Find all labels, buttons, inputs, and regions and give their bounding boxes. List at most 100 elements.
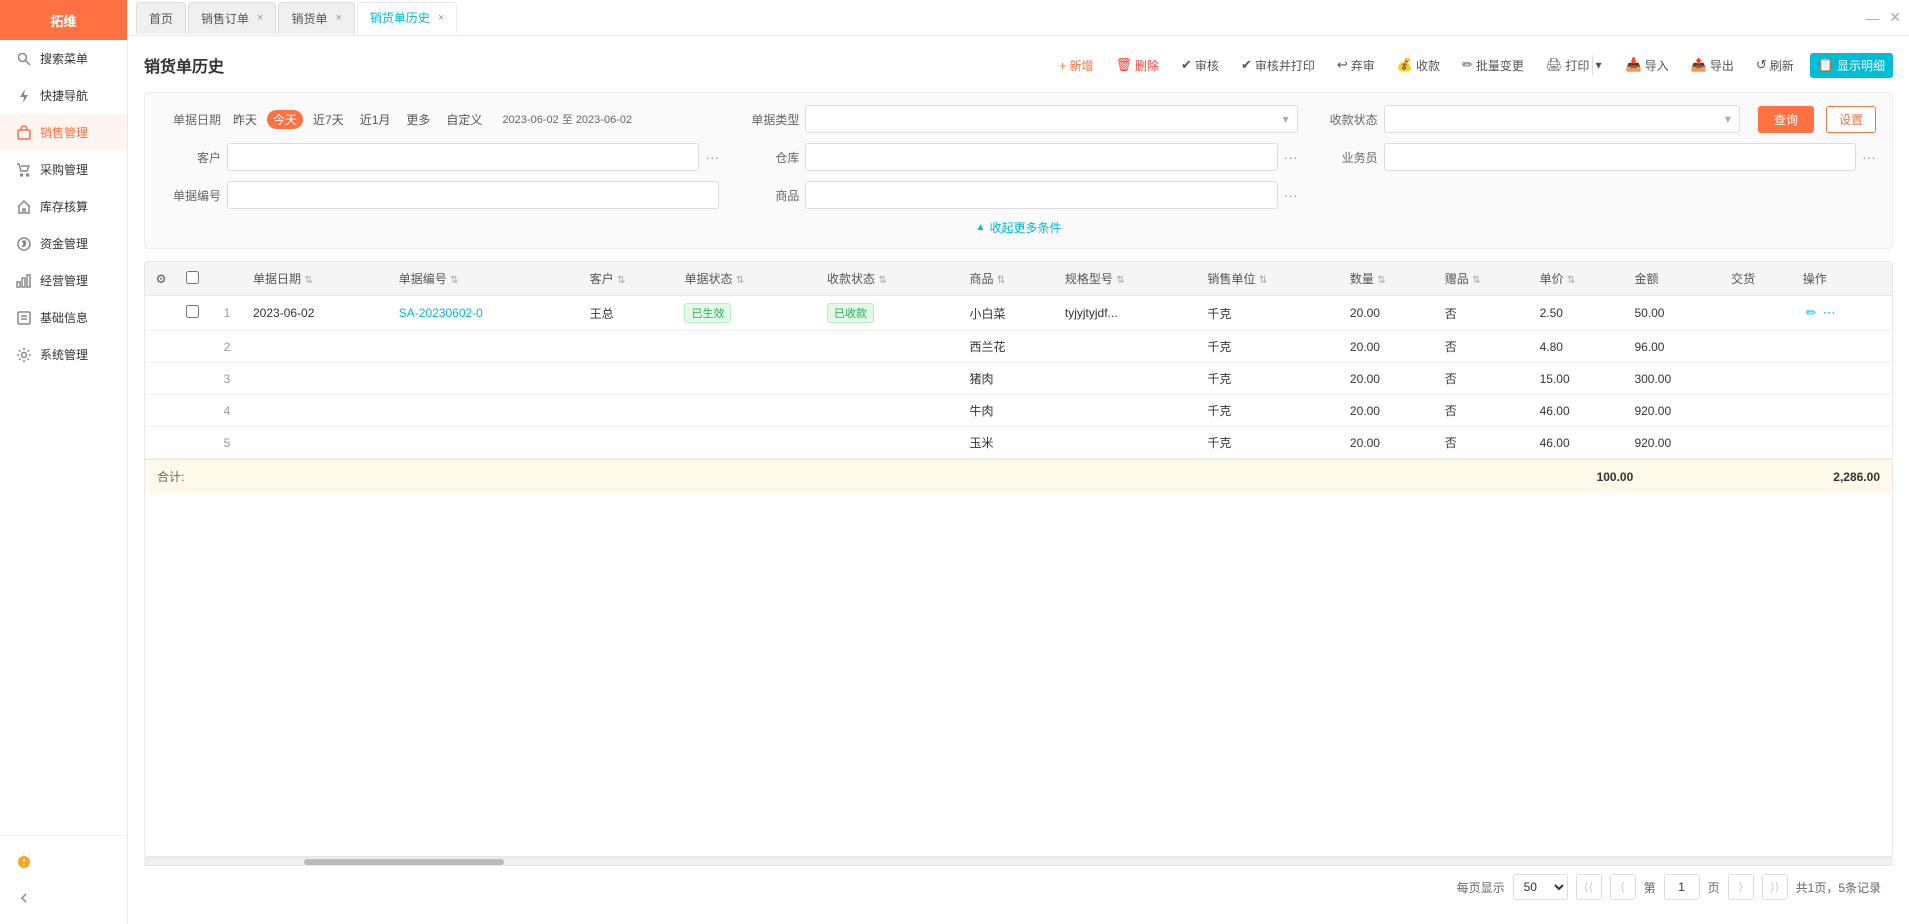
sidebar-item-purchase-mgmt[interactable]: 采购管理 — [0, 151, 127, 188]
collapse-row[interactable]: ▲ 收起更多条件 — [161, 219, 1876, 236]
review-print-icon: ✔ — [1241, 57, 1252, 73]
col-customer[interactable]: 客户 ⇅ — [584, 262, 679, 296]
refresh-button[interactable]: ↺ 刷新 — [1750, 54, 1800, 77]
next-page-button[interactable]: ⟩ — [1728, 874, 1754, 900]
row-doc-num[interactable] — [393, 363, 584, 395]
tab-minimize-icon[interactable]: — — [1865, 10, 1879, 26]
lightning-icon — [16, 88, 32, 104]
select-all-checkbox[interactable] — [186, 271, 199, 284]
scroll-thumb[interactable] — [304, 859, 504, 865]
payment-label: 收款状态 — [1318, 111, 1378, 128]
col-gear[interactable]: ⚙ — [145, 262, 177, 296]
collect-button[interactable]: 💰 收款 — [1391, 54, 1446, 77]
tab-sales-order[interactable]: 销售订单 × — [188, 2, 276, 34]
tab-home[interactable]: 首页 — [136, 2, 186, 34]
col-sales-unit[interactable]: 销售单位 ⇅ — [1201, 262, 1344, 296]
row-checkbox[interactable] — [177, 296, 207, 331]
review-print-button[interactable]: ✔ 审核并打印 — [1235, 54, 1321, 77]
export-button[interactable]: 📤 导出 — [1685, 54, 1740, 77]
warehouse-label: 仓库 — [739, 149, 799, 166]
col-checkbox[interactable] — [177, 262, 207, 296]
tab-sales-history[interactable]: 销货单历史 × — [357, 2, 457, 34]
shortcut-1month[interactable]: 近1月 — [354, 110, 397, 129]
salesperson-input[interactable] — [1384, 143, 1856, 171]
warehouse-picker[interactable]: ··· — [1284, 149, 1298, 165]
sidebar-item-search-menu[interactable]: 搜索菜单 — [0, 40, 127, 77]
payment-select[interactable]: ▾ — [1384, 105, 1740, 133]
row-doc-num[interactable] — [393, 331, 584, 363]
row-amount: 920.00 — [1628, 395, 1725, 427]
col-date[interactable]: 单据日期 ⇅ — [247, 262, 393, 296]
prev-page-button[interactable]: ⟨ — [1610, 874, 1636, 900]
sidebar-item-quick-nav[interactable]: 快捷导航 — [0, 77, 127, 114]
page-number-input[interactable] — [1664, 874, 1700, 900]
sidebar-item-sales-mgmt[interactable]: 销售管理 — [0, 114, 127, 151]
shortcut-custom[interactable]: 自定义 — [440, 110, 488, 129]
sidebar-item-base-info[interactable]: 基础信息 — [0, 299, 127, 336]
col-gift[interactable]: 赠品 ⇅ — [1439, 262, 1534, 296]
price-sort-icon: ⇅ — [1567, 275, 1575, 286]
row-checkbox[interactable] — [177, 363, 207, 395]
customer-picker[interactable]: ··· — [705, 149, 719, 165]
shortcut-7days[interactable]: 近7天 — [307, 110, 350, 129]
print-arrow-icon[interactable]: ▾ — [1592, 55, 1603, 75]
col-product[interactable]: 商品 ⇅ — [964, 262, 1059, 296]
sidebar-item-sys-mgmt[interactable]: 系统管理 — [0, 336, 127, 373]
doc-num-label: 单据编号 — [161, 187, 221, 204]
salesperson-picker[interactable]: ··· — [1862, 149, 1876, 165]
row-gift: 否 — [1439, 363, 1534, 395]
query-button[interactable]: 查询 — [1758, 106, 1814, 133]
doc-num-input[interactable] — [227, 181, 719, 209]
delete-button[interactable]: 🗑 删除 — [1109, 54, 1165, 77]
tab-close-sales-history[interactable]: × — [438, 12, 444, 24]
horizontal-scrollbar[interactable] — [144, 857, 1893, 865]
col-quantity[interactable]: 数量 ⇅ — [1344, 262, 1439, 296]
col-unit-price[interactable]: 单价 ⇅ — [1534, 262, 1629, 296]
print-button[interactable]: 🖨 打印 ▾ — [1540, 52, 1610, 78]
filter-payment: 收款状态 ▾ 查询 设置 — [1318, 105, 1876, 133]
warehouse-input[interactable] — [805, 143, 1277, 171]
col-doc-status[interactable]: 单据状态 ⇅ — [678, 262, 821, 296]
more-action-btn[interactable]: ⋯ — [1820, 305, 1839, 320]
new-button[interactable]: + 新增 — [1053, 54, 1100, 77]
tab-close-sales-delivery[interactable]: × — [335, 12, 341, 24]
row-doc-num[interactable] — [393, 427, 584, 459]
shortcut-yesterday[interactable]: 昨天 — [227, 110, 263, 129]
type-select[interactable]: ▾ — [805, 105, 1297, 133]
col-doc-num[interactable]: 单据编号 ⇅ — [393, 262, 584, 296]
customer-input[interactable] — [227, 143, 699, 171]
edit-action-btn[interactable]: ✏ — [1803, 305, 1820, 320]
col-pay-status[interactable]: 收款状态 ⇅ — [821, 262, 964, 296]
abandon-button[interactable]: ↩ 弃审 — [1331, 54, 1381, 77]
setting-button[interactable]: 设置 — [1826, 106, 1876, 133]
review-button[interactable]: ✔ 审核 — [1175, 54, 1225, 77]
shortcut-today[interactable]: 今天 — [267, 110, 303, 129]
row-checkbox[interactable] — [177, 331, 207, 363]
sidebar-bottom — [0, 835, 127, 924]
sidebar-bottom-settings[interactable] — [0, 844, 127, 880]
import-button[interactable]: 📥 导入 — [1619, 54, 1674, 77]
tab-sales-delivery[interactable]: 销货单 × — [278, 2, 354, 34]
sidebar-item-inventory[interactable]: 库存核算 — [0, 188, 127, 225]
tab-close-all-icon[interactable]: ✕ — [1889, 9, 1901, 26]
last-page-button[interactable]: ⟩⟩ — [1762, 874, 1788, 900]
row-doc-num[interactable] — [393, 395, 584, 427]
show-detail-button[interactable]: 📋 显示明细 — [1810, 53, 1893, 78]
sidebar-item-operations[interactable]: 经营管理 — [0, 262, 127, 299]
per-page-select[interactable]: 50 100 200 — [1513, 874, 1568, 900]
col-spec[interactable]: 规格型号 ⇅ — [1059, 262, 1202, 296]
row-doc-num[interactable]: SA-20230602-0 — [393, 296, 584, 331]
shortcut-more[interactable]: 更多 — [400, 110, 436, 129]
product-picker[interactable]: ··· — [1284, 187, 1298, 203]
sidebar-item-finance[interactable]: 资金管理 — [0, 225, 127, 262]
product-input[interactable] — [805, 181, 1277, 209]
row-checkbox[interactable] — [177, 395, 207, 427]
first-page-button[interactable]: ⟨⟨ — [1576, 874, 1602, 900]
search-icon — [16, 51, 32, 67]
batch-change-button[interactable]: ✏ 批量变更 — [1456, 54, 1530, 77]
row-checkbox[interactable] — [177, 427, 207, 459]
gift-sort-icon: ⇅ — [1472, 275, 1480, 286]
row-sales-unit: 千克 — [1201, 395, 1344, 427]
tab-close-sales-order[interactable]: × — [257, 12, 263, 24]
sidebar-bottom-collapse[interactable] — [0, 880, 127, 916]
